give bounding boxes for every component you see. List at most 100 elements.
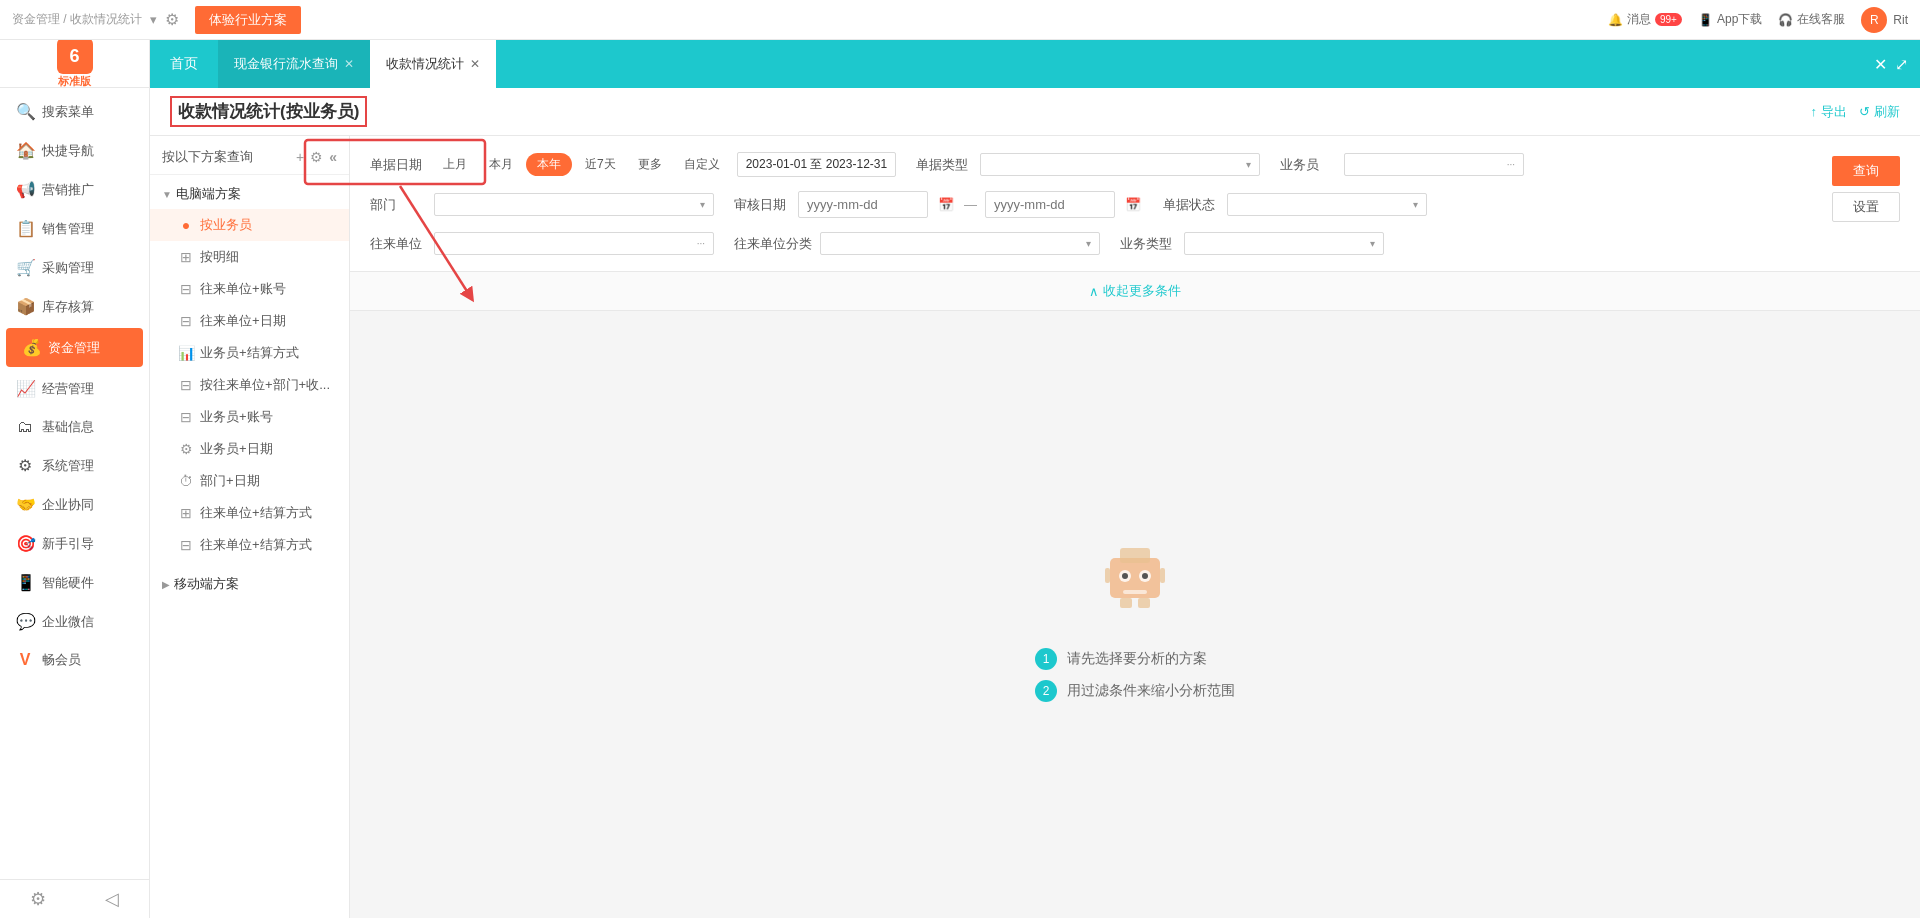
add-scheme-btn[interactable]: + [296,149,304,165]
sidebar-item-sales[interactable]: 📋 销售管理 [0,209,149,248]
partner-category-arrow: ▾ [1086,238,1091,249]
refresh-icon: ↺ [1859,104,1870,119]
query-btn[interactable]: 查询 [1832,156,1900,186]
tab-expand-icon[interactable]: ⤢ [1895,55,1908,74]
salesman-label: 业务员 [1280,156,1336,174]
sidebar-item-quick-nav[interactable]: 🏠 快捷导航 [0,131,149,170]
sidebar-item-member[interactable]: V 畅会员 [0,641,149,679]
tab-bank-flow[interactable]: 现金银行流水查询 ✕ [218,40,370,88]
partner-select[interactable]: ··· [434,232,714,255]
tab-bank-flow-close[interactable]: ✕ [344,57,354,71]
top-bar-left: 资金管理 / 收款情况统计 ▾ ⚙ 体验行业方案 [12,6,301,34]
scheme-item-partner-settle2[interactable]: ⊟ 往来单位+结算方式 [150,529,349,561]
sidebar-item-operations[interactable]: 📈 经营管理 [0,369,149,408]
review-date-start-input[interactable] [798,191,928,218]
scheme-item-dept-date[interactable]: ⏱ 部门+日期 [150,465,349,497]
user-area[interactable]: R Rit [1861,7,1908,33]
salesman-date-icon: ⚙ [178,441,194,457]
tab-close-all-icon[interactable]: ✕ [1874,55,1887,74]
date-btn-this-year[interactable]: 本年 [526,153,572,176]
scheme-settings-btn[interactable]: ⚙ [310,149,323,165]
scheme-item-salesman-account[interactable]: ⊟ 业务员+账号 [150,401,349,433]
desktop-group-label: 电脑端方案 [176,185,241,203]
smart-hw-icon: 📱 [16,573,34,592]
desktop-group-header[interactable]: ▼ 电脑端方案 [150,179,349,209]
voucher-status-label: 单据状态 [1163,196,1219,214]
export-btn[interactable]: ↑ 导出 [1811,103,1848,121]
review-date-end-input[interactable] [985,191,1115,218]
partner-dept-icon: ⊟ [178,377,194,393]
tab-collection-stats-close[interactable]: ✕ [470,57,480,71]
salesman-select[interactable]: ··· [1344,153,1524,176]
online-service-area[interactable]: 🎧 在线客服 [1778,11,1845,28]
business-type-select[interactable]: ▾ [1184,232,1384,255]
scheme-label-by-salesman: 按业务员 [200,216,252,234]
date-btn-more[interactable]: 更多 [629,153,671,176]
scheme-item-partner-settle1[interactable]: ⊞ 往来单位+结算方式 [150,497,349,529]
dept-label: 部门 [370,196,426,214]
tab-home[interactable]: 首页 [150,40,218,88]
salesman-more-btn[interactable]: ··· [1507,159,1515,170]
scheme-item-partner-account[interactable]: ⊟ 往来单位+账号 [150,273,349,305]
svg-point-5 [1142,573,1148,579]
sidebar-item-search-menu[interactable]: 🔍 搜索菜单 [0,92,149,131]
app-download-area[interactable]: 📱 App下载 [1698,11,1762,28]
trial-btn[interactable]: 体验行业方案 [195,6,301,34]
scheme-item-by-detail[interactable]: ⊞ 按明细 [150,241,349,273]
sidebar-item-new-guide[interactable]: 🎯 新手引导 [0,524,149,563]
sidebar-label-quick-nav: 快捷导航 [42,142,94,160]
collapse-sidebar-icon[interactable]: ◁ [105,888,119,910]
sidebar-item-system[interactable]: ⚙ 系统管理 [0,446,149,485]
settings-btn[interactable]: 设置 [1832,192,1900,222]
notification-label: 消息 [1627,11,1651,28]
voucher-type-select[interactable]: ▾ [980,153,1260,176]
sidebar-item-corp-collab[interactable]: 🤝 企业协同 [0,485,149,524]
date-btn-last-month[interactable]: 上月 [434,153,476,176]
filter-item-dept: 部门 ▾ [370,193,714,216]
scheme-item-salesman-settle[interactable]: 📊 业务员+结算方式 [150,337,349,369]
scheme-item-partner-date[interactable]: ⊟ 往来单位+日期 [150,305,349,337]
scheme-item-partner-dept-collect[interactable]: ⊟ 按往来单位+部门+收... [150,369,349,401]
filter-item-voucher-status: 单据状态 ▾ [1163,193,1427,216]
filter-item-voucher-type: 单据类型 ▾ [916,153,1260,176]
top-bar-right: 🔔 消息 99+ 📱 App下载 🎧 在线客服 R Rit [1608,7,1908,33]
notification-area[interactable]: 🔔 消息 99+ [1608,11,1682,28]
new-guide-icon: 🎯 [16,534,34,553]
partner-more-btn[interactable]: ··· [697,238,705,249]
settings-bottom-icon[interactable]: ⚙ [30,888,46,910]
calendar-icon-1[interactable]: 📅 [938,197,954,212]
collapse-panel-btn[interactable]: « [329,149,337,165]
settings-icon-topbar[interactable]: ⚙ [165,10,179,29]
collapse-label: 收起更多条件 [1103,282,1181,300]
date-btn-custom[interactable]: 自定义 [675,153,729,176]
sidebar-item-inventory[interactable]: 📦 库存核算 [0,287,149,326]
user-name: Rit [1893,13,1908,27]
calendar-icon-2[interactable]: 📅 [1125,197,1141,212]
scheme-label-by-detail: 按明细 [200,248,239,266]
mobile-group-header[interactable]: ▶ 移动端方案 [150,569,349,599]
sidebar-label-new-guide: 新手引导 [42,535,94,553]
sidebar-item-basic-info[interactable]: 🗂 基础信息 [0,408,149,446]
sidebar-item-marketing[interactable]: 📢 营销推广 [0,170,149,209]
tab-collection-stats[interactable]: 收款情况统计 ✕ [370,40,496,88]
date-options-group: 上月 本月 本年 近7天 更多 自定义 [434,153,729,176]
sidebar-item-smart-hw[interactable]: 📱 智能硬件 [0,563,149,602]
svg-rect-1 [1120,548,1150,563]
sidebar-item-finance[interactable]: 💰 资金管理 [6,328,143,367]
collapse-bar[interactable]: ∧ 收起更多条件 [350,272,1920,311]
dept-select[interactable]: ▾ [434,193,714,216]
system-icon: ⚙ [16,456,34,475]
scheme-item-by-salesman[interactable]: ● 按业务员 [150,209,349,241]
date-btn-this-month[interactable]: 本月 [480,153,522,176]
dropdown-icon[interactable]: ▾ [150,12,157,27]
sidebar-item-purchase[interactable]: 🛒 采购管理 [0,248,149,287]
date-btn-7days[interactable]: 近7天 [576,153,625,176]
empty-robot-icon [1085,528,1185,628]
finance-icon: 💰 [22,338,40,357]
scheme-item-salesman-date[interactable]: ⚙ 业务员+日期 [150,433,349,465]
partner-category-select[interactable]: ▾ [820,232,1100,255]
refresh-btn[interactable]: ↺ 刷新 [1859,103,1900,121]
voucher-status-select[interactable]: ▾ [1227,193,1427,216]
sidebar-item-corp-wechat[interactable]: 💬 企业微信 [0,602,149,641]
partner-date-icon: ⊟ [178,313,194,329]
